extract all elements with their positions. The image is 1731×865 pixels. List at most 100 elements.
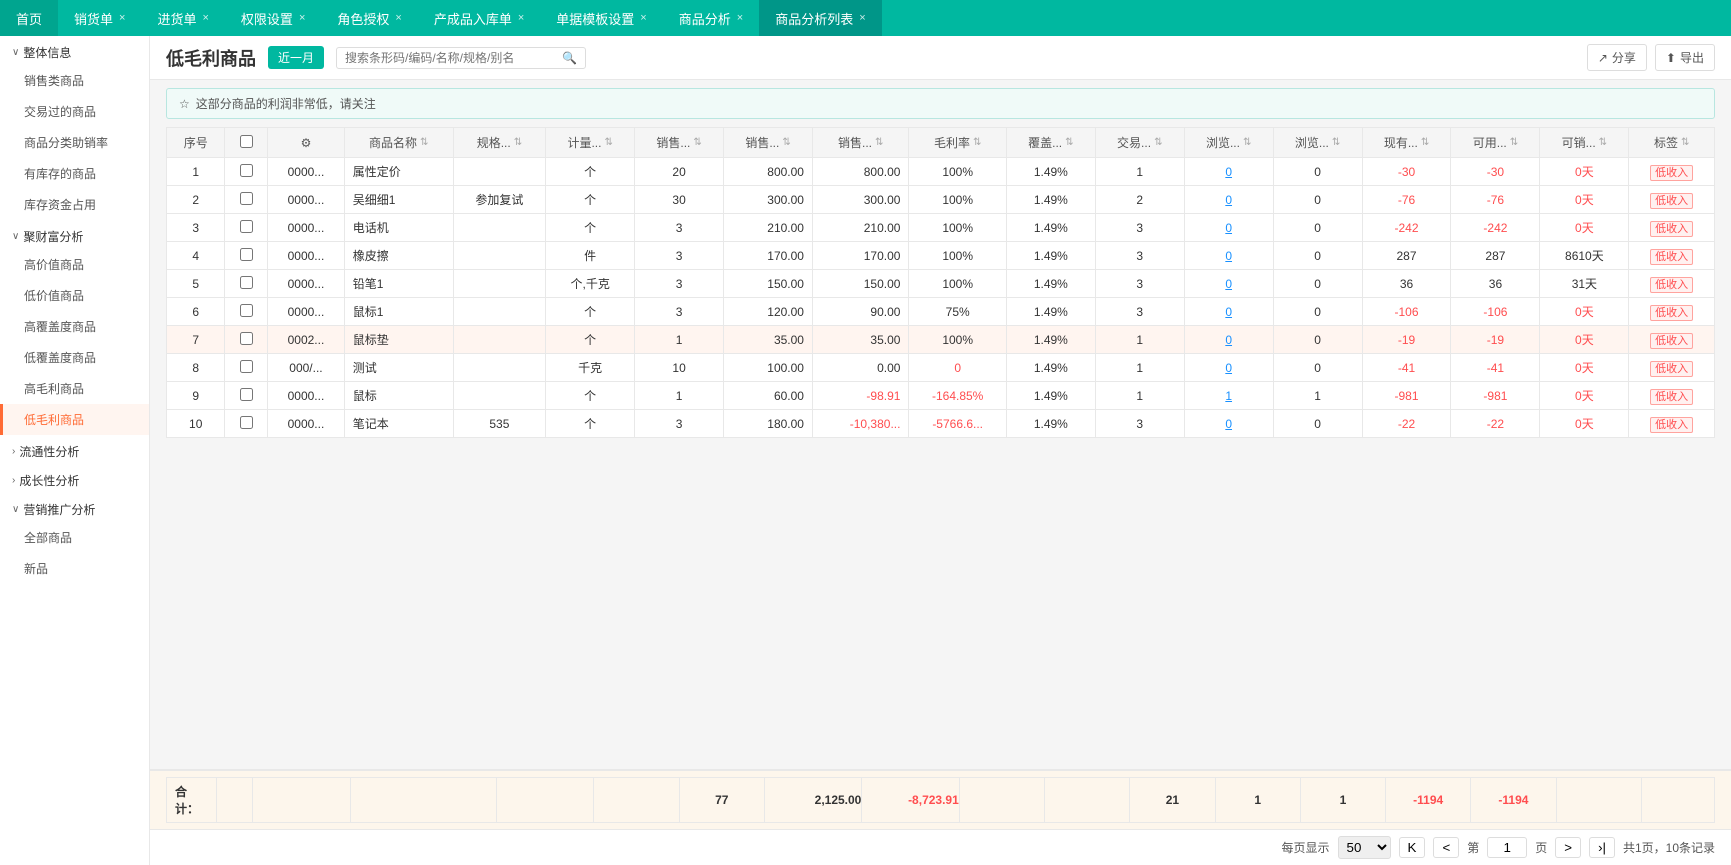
sidebar-item-新品[interactable]: 新品 <box>0 553 149 584</box>
first-page-button[interactable]: K <box>1399 837 1426 858</box>
row-checkbox[interactable] <box>240 360 253 373</box>
sidebar-item-全部商品[interactable]: 全部商品 <box>0 522 149 553</box>
row-checkbox[interactable] <box>240 248 253 261</box>
view-link[interactable]: 0 <box>1225 333 1232 347</box>
table-cell-cover: 1.49% <box>1006 158 1095 186</box>
view-link[interactable]: 1 <box>1225 389 1232 403</box>
view-link[interactable]: 0 <box>1225 305 1232 319</box>
per-page-select[interactable]: 50 100 200 <box>1338 836 1391 859</box>
row-checkbox[interactable] <box>240 388 253 401</box>
pagination-bar: 每页显示 50 100 200 K < 第 页 > ›| 共1页，10条记录 <box>150 829 1731 865</box>
col-header-gross_rate[interactable]: 毛利率 ⇅ <box>909 128 1006 158</box>
page-number-input[interactable] <box>1487 837 1527 858</box>
table-cell-cover: 1.49% <box>1006 298 1095 326</box>
row-checkbox[interactable] <box>240 276 253 289</box>
sidebar-item-交易过的商品[interactable]: 交易过的商品 <box>0 96 149 127</box>
sidebar-item-低毛利商品[interactable]: 低毛利商品 <box>0 404 149 435</box>
total-empty5 <box>594 778 679 823</box>
chevron-icon: › <box>12 475 15 486</box>
col-header-tag[interactable]: 标签 ⇅ <box>1629 128 1715 158</box>
row-checkbox[interactable] <box>240 304 253 317</box>
col-header-cover[interactable]: 覆盖... ⇅ <box>1006 128 1095 158</box>
share-button[interactable]: ↗ 分享 <box>1587 44 1647 71</box>
nav-close-icon[interactable]: × <box>737 12 743 24</box>
nav-item-首页[interactable]: 首页 <box>0 0 58 36</box>
nav-item-商品分析[interactable]: 商品分析× <box>663 0 759 36</box>
row-checkbox[interactable] <box>240 220 253 233</box>
col-header-view1[interactable]: 浏览... ⇅ <box>1184 128 1273 158</box>
col-header-spec[interactable]: 规格... ⇅ <box>453 128 546 158</box>
col-header-trade[interactable]: 交易... ⇅ <box>1095 128 1184 158</box>
view-link[interactable]: 0 <box>1225 221 1232 235</box>
nav-close-icon[interactable]: × <box>518 12 524 24</box>
nav-item-商品分析列表[interactable]: 商品分析列表× <box>759 0 881 36</box>
nav-item-角色授权[interactable]: 角色授权× <box>321 0 417 36</box>
nav-item-进货单[interactable]: 进货单× <box>141 0 224 36</box>
row-checkbox[interactable] <box>240 192 253 205</box>
prev-page-button[interactable]: < <box>1433 837 1459 858</box>
row-checkbox[interactable] <box>240 164 253 177</box>
row-checkbox[interactable] <box>240 332 253 345</box>
nav-close-icon[interactable]: × <box>859 12 865 24</box>
col-header-current[interactable]: 现有... ⇅ <box>1362 128 1451 158</box>
sidebar-item-低价值商品[interactable]: 低价值商品 <box>0 280 149 311</box>
search-input[interactable] <box>345 51 562 65</box>
sidebar-group-title-流通性分析[interactable]: ›流通性分析 <box>0 435 149 464</box>
col-header-name[interactable]: 商品名称 ⇅ <box>344 128 453 158</box>
view-link[interactable]: 0 <box>1225 277 1232 291</box>
table-cell-sale_profit: 0.00 <box>812 354 908 382</box>
col-header-unit[interactable]: 计量... ⇅ <box>546 128 635 158</box>
settings-icon[interactable]: ⚙ <box>301 136 312 150</box>
col-header-qty[interactable]: 销售... ⇅ <box>635 128 724 158</box>
nav-close-icon[interactable]: × <box>640 12 646 24</box>
sidebar-item-高覆盖度商品[interactable]: 高覆盖度商品 <box>0 311 149 342</box>
sidebar-group-title-整体信息[interactable]: ∨整体信息 <box>0 36 149 65</box>
last-page-button[interactable]: ›| <box>1589 837 1615 858</box>
nav-close-icon[interactable]: × <box>395 12 401 24</box>
col-header-price[interactable]: 销售... ⇅ <box>724 128 813 158</box>
table-cell-view2: 0 <box>1273 242 1362 270</box>
col-header-sale_days[interactable]: 可销... ⇅ <box>1540 128 1629 158</box>
row-checkbox[interactable] <box>240 416 253 429</box>
table-cell-avail: -30 <box>1451 158 1540 186</box>
sidebar-group-title-成长性分析[interactable]: ›成长性分析 <box>0 464 149 493</box>
sidebar-item-高价值商品[interactable]: 高价值商品 <box>0 249 149 280</box>
sidebar-group-title-聚财富分析[interactable]: ∨聚财富分析 <box>0 220 149 249</box>
select-all-checkbox[interactable] <box>240 135 253 148</box>
table-cell-gross_rate: 100% <box>909 158 1006 186</box>
table-cell-name: 属性定价 <box>344 158 453 186</box>
search-icon[interactable]: 🔍 <box>562 51 577 65</box>
sidebar-item-销售类商品[interactable]: 销售类商品 <box>0 65 149 96</box>
sidebar-item-高毛利商品[interactable]: 高毛利商品 <box>0 373 149 404</box>
time-filter-button[interactable]: 近一月 <box>268 46 324 69</box>
sidebar-item-库存资金占用[interactable]: 库存资金占用 <box>0 189 149 220</box>
view-link[interactable]: 0 <box>1225 165 1232 179</box>
col-header-view2[interactable]: 浏览... ⇅ <box>1273 128 1362 158</box>
view-link[interactable]: 0 <box>1225 417 1232 431</box>
col-header-avail[interactable]: 可用... ⇅ <box>1451 128 1540 158</box>
total-empty7 <box>1045 778 1130 823</box>
view-link[interactable]: 0 <box>1225 361 1232 375</box>
view-link[interactable]: 0 <box>1225 249 1232 263</box>
table-wrapper[interactable]: 序号⚙商品名称 ⇅规格... ⇅计量... ⇅销售... ⇅销售... ⇅销售.… <box>166 127 1715 769</box>
sidebar-item-有库存的商品[interactable]: 有库存的商品 <box>0 158 149 189</box>
table-cell-code: 0002... <box>268 326 345 354</box>
nav-item-权限设置[interactable]: 权限设置× <box>225 0 321 36</box>
view-link[interactable]: 0 <box>1225 193 1232 207</box>
nav-item-销货单[interactable]: 销货单× <box>58 0 141 36</box>
nav-close-icon[interactable]: × <box>299 12 305 24</box>
next-page-button[interactable]: > <box>1555 837 1581 858</box>
sidebar-group-title-营销推广分析[interactable]: ∨营销推广分析 <box>0 493 149 522</box>
col-header-code[interactable]: ⚙ <box>268 128 345 158</box>
col-header-sale_profit[interactable]: 销售... ⇅ <box>812 128 908 158</box>
table-cell-unit: 个 <box>546 214 635 242</box>
nav-item-单据模板设置[interactable]: 单据模板设置× <box>540 0 662 36</box>
nav-item-产成品入库单[interactable]: 产成品入库单× <box>418 0 540 36</box>
nav-close-icon[interactable]: × <box>202 12 208 24</box>
total-label-cell: 合计： <box>167 778 217 823</box>
nav-close-icon[interactable]: × <box>119 12 125 24</box>
table-cell-cover: 1.49% <box>1006 214 1095 242</box>
export-button[interactable]: ⬆ 导出 <box>1655 44 1715 71</box>
sidebar-item-商品分类助销率[interactable]: 商品分类助销率 <box>0 127 149 158</box>
sidebar-item-低覆盖度商品[interactable]: 低覆盖度商品 <box>0 342 149 373</box>
